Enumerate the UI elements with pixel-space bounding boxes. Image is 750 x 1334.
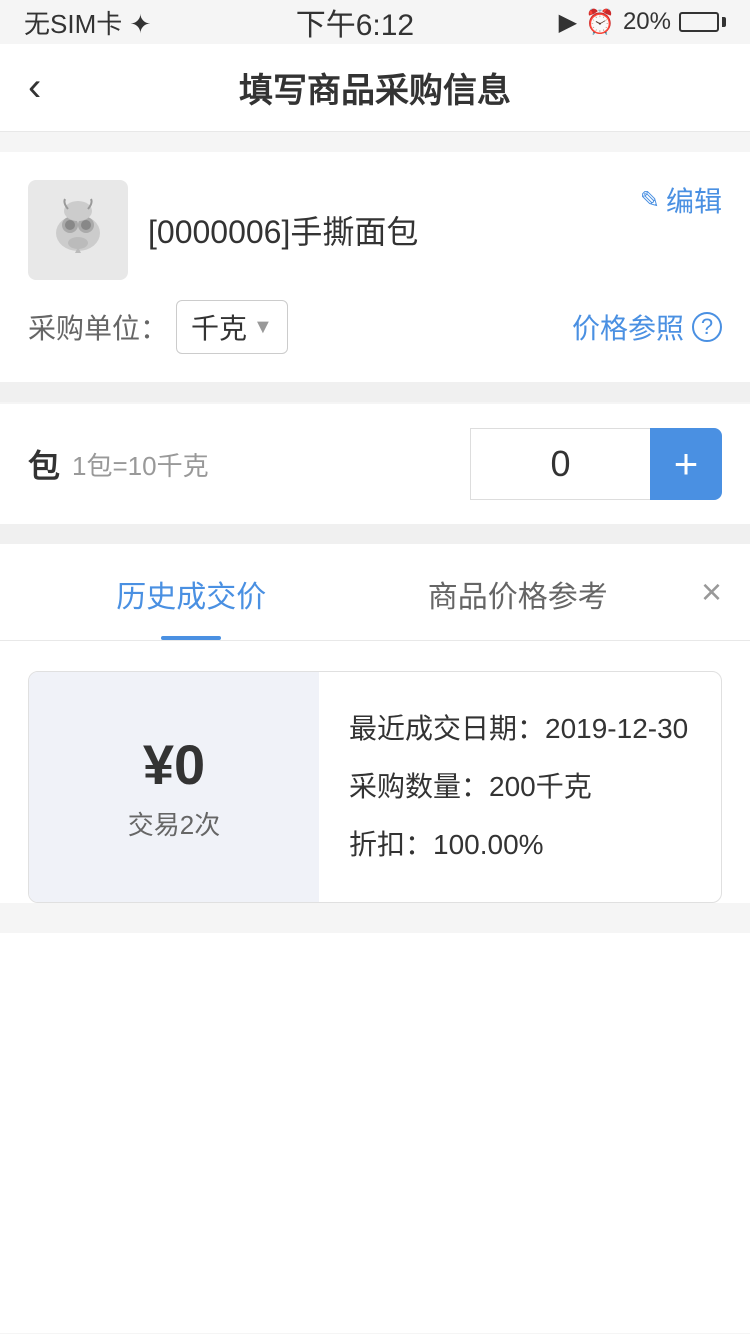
- battery-body: [679, 12, 719, 32]
- qty-control: +: [470, 428, 722, 500]
- qty-plus-button[interactable]: +: [650, 428, 722, 500]
- product-header: [0000006]手撕面包 ✎ 编辑: [28, 180, 722, 280]
- date-value: 2019-12-30: [545, 713, 688, 744]
- bottom-area: [0, 933, 750, 1333]
- tab-close-button[interactable]: ×: [681, 571, 722, 613]
- status-time: 下午6:12: [296, 0, 414, 44]
- price-value: 0: [174, 733, 205, 796]
- help-icon: ?: [692, 312, 722, 342]
- divider-2: [0, 524, 750, 544]
- price-transactions: 交易2次: [128, 805, 220, 842]
- carrier-text: 无SIM卡 ✦: [24, 4, 151, 41]
- battery-percent: 20%: [623, 8, 671, 36]
- tab-history-price[interactable]: 历史成交价: [28, 544, 354, 640]
- date-label: 最近成交日期：: [349, 713, 545, 744]
- product-image: [28, 180, 128, 280]
- price-detail-qty: 采购数量：200千克: [349, 766, 691, 808]
- battery-cap: [722, 17, 726, 27]
- edit-icon: ✎: [640, 186, 660, 215]
- edit-label: 编辑: [666, 180, 722, 220]
- price-ref-button[interactable]: 价格参照 ?: [572, 307, 722, 347]
- quantity-section: 包 1包=10千克 +: [0, 404, 750, 524]
- product-row: 采购单位： 千克 ▼ 价格参照 ?: [28, 300, 722, 354]
- alarm-icon: ⏰: [585, 8, 615, 37]
- price-currency: ¥: [143, 733, 174, 796]
- price-detail-discount: 折扣：100.00%: [349, 824, 691, 866]
- product-card: [0000006]手撕面包 ✎ 编辑 采购单位： 千克 ▼ 价格参照 ?: [0, 152, 750, 382]
- unit-row: 采购单位： 千克 ▼: [28, 300, 288, 354]
- unit-label: 采购单位：: [28, 307, 168, 347]
- qty-value: 200千克: [489, 771, 592, 802]
- price-ref-label: 价格参照: [572, 307, 684, 347]
- bag-sub-text: 1包=10千克: [72, 446, 209, 483]
- product-name: [0000006]手撕面包: [148, 207, 418, 253]
- price-right-panel: 最近成交日期：2019-12-30 采购数量：200千克 折扣：100.00%: [319, 672, 721, 902]
- unit-value: 千克: [191, 307, 247, 347]
- tab-bar: 历史成交价 商品价格参考 ×: [0, 544, 750, 641]
- product-logo: [43, 195, 113, 265]
- edit-button[interactable]: ✎ 编辑: [640, 180, 722, 220]
- divider-1: [0, 382, 750, 402]
- status-bar: 无SIM卡 ✦ 下午6:12 ▶ ⏰ 20%: [0, 0, 750, 44]
- battery-icon: [679, 12, 726, 32]
- price-card: ¥0 交易2次 最近成交日期：2019-12-30 采购数量：200千克 折扣：…: [28, 671, 722, 903]
- quantity-input[interactable]: [470, 428, 650, 500]
- price-detail-date: 最近成交日期：2019-12-30: [349, 708, 691, 750]
- discount-value: 100.00%: [433, 829, 544, 860]
- status-left: 无SIM卡 ✦: [24, 4, 151, 41]
- tab-product-label: 商品价格参考: [428, 581, 608, 614]
- price-amount: ¥0: [143, 732, 205, 797]
- product-left: [0000006]手撕面包: [28, 180, 418, 280]
- unit-select[interactable]: 千克 ▼: [176, 300, 288, 354]
- price-left-panel: ¥0 交易2次: [29, 672, 319, 902]
- location-icon: ▶: [559, 8, 577, 37]
- bag-label: 包 1包=10千克: [28, 441, 209, 487]
- nav-bar: ‹ 填写商品采购信息: [0, 44, 750, 132]
- status-right: ▶ ⏰ 20%: [559, 8, 726, 37]
- tab-section: 历史成交价 商品价格参考 × ¥0 交易2次 最近成交日期：2019-12-30…: [0, 544, 750, 903]
- qty-label: 采购数量：: [349, 771, 489, 802]
- discount-label: 折扣：: [349, 829, 433, 860]
- tab-history-label: 历史成交价: [116, 581, 266, 614]
- back-button[interactable]: ‹: [28, 65, 41, 110]
- tab-product-price[interactable]: 商品价格参考: [354, 544, 680, 640]
- bag-icon: 包: [28, 441, 60, 487]
- unit-arrow-icon: ▼: [253, 316, 273, 339]
- page-title: 填写商品采购信息: [239, 63, 511, 112]
